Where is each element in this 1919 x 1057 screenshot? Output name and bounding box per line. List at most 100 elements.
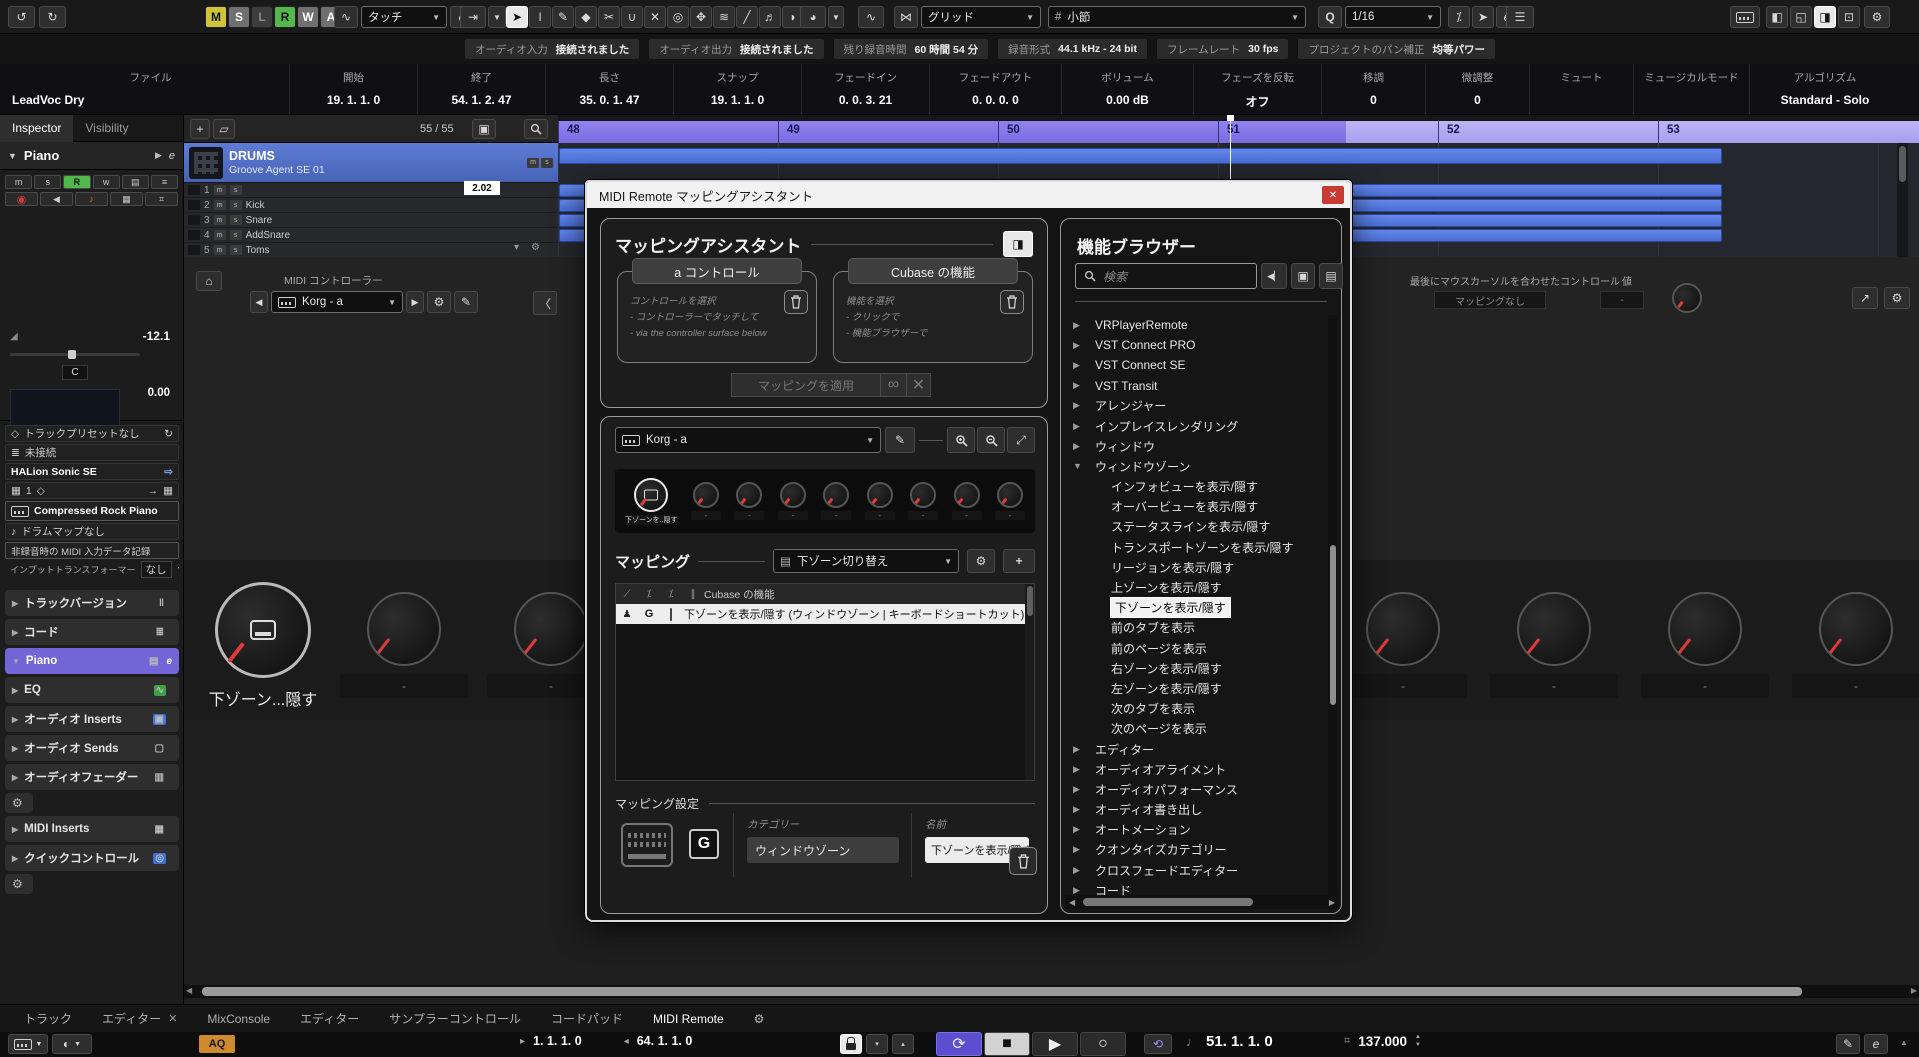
inspector-section[interactable]: ▶ トラックバージョン ‖ — [5, 590, 179, 616]
comp-tool-button[interactable]: ≋ — [713, 6, 735, 28]
tree-item[interactable]: 右ゾーンを表示/隠す — [1061, 658, 1327, 678]
tree-item[interactable]: オートメーション — [1061, 820, 1327, 840]
info-value[interactable]: 54. 1. 2. 47 — [451, 93, 511, 107]
tree-item[interactable]: インプレイスレンダリング — [1061, 416, 1327, 436]
input-mouse-button[interactable]: ◐ ▼ — [52, 1034, 92, 1054]
surface-knob-cell[interactable]: - — [690, 482, 721, 520]
mapping-page-dropdown[interactable]: ▤ 下ゾーン切り替え ▼ — [773, 549, 959, 573]
collapse-icon[interactable]: ▼ — [8, 151, 17, 161]
surface-knob-cell[interactable]: - — [994, 482, 1025, 520]
expand-arrow-icon[interactable]: ▶ — [155, 150, 162, 161]
audiowarp-quantize-button[interactable]: ➤ — [1472, 6, 1494, 28]
surface-knob-cell[interactable]: 下ゾーンを..隠す — [625, 477, 678, 525]
grid-icon[interactable]: ⌗ — [145, 192, 178, 206]
scroll-left-icon[interactable]: ◀ — [1069, 898, 1075, 907]
patch-row[interactable]: Compressed Rock Piano — [5, 501, 179, 521]
right-locator-value[interactable]: 64. 1. 1. 0 — [637, 1034, 693, 1048]
pan-value[interactable]: C — [62, 365, 88, 380]
surface-knob[interactable] — [823, 482, 850, 508]
next-controller-button[interactable]: ▶ — [406, 291, 424, 313]
automation-mode-dropdown[interactable]: タッチ ▼ — [361, 6, 447, 28]
erase-tool-button[interactable]: ◆ — [575, 6, 597, 28]
channel-row[interactable]: ▦ 1 ◇ → ▦ — [5, 482, 179, 499]
inspector-section[interactable] — [5, 793, 33, 813]
tree-item[interactable]: オーディオ書き出し — [1061, 800, 1327, 820]
cycle-button[interactable]: ⟳ — [936, 1032, 982, 1056]
lane-icon[interactable]: ▤ — [121, 175, 149, 189]
expand-tree-button[interactable]: ▣ — [1291, 263, 1315, 289]
draw-tool-button[interactable]: ✎ — [552, 6, 574, 28]
mapped-knob-cell[interactable]: 下ゾーン...隠す — [193, 582, 333, 710]
category-field[interactable]: ウィンドウゾーン — [747, 837, 899, 863]
controller-knob[interactable] — [1668, 592, 1742, 666]
info-value[interactable]: 0.00 dB — [1106, 93, 1149, 107]
select-tool-button[interactable]: ➤ — [506, 6, 528, 28]
edit-channel-icon[interactable]: e — [169, 150, 175, 162]
add-mapping-page-button[interactable]: + — [1003, 549, 1035, 573]
play-button[interactable]: ▶ — [1032, 1032, 1078, 1056]
toolbar-setup-button[interactable]: ⚙ — [1864, 6, 1890, 28]
reload-icon[interactable]: ↻ — [164, 428, 173, 440]
expand-transport-icon[interactable]: ▲ — [1900, 1038, 1908, 1047]
autoscroll-dropdown[interactable]: ▼ — [488, 6, 506, 28]
tree-item[interactable]: 上ゾーンを表示/隠す — [1061, 577, 1327, 597]
solo-button[interactable]: s — [229, 245, 242, 255]
home-button[interactable]: ⌂ — [196, 271, 222, 291]
punch-out-button[interactable]: ▴ — [892, 1034, 914, 1054]
surface-knob-cell[interactable]: - — [821, 482, 852, 520]
track-row[interactable]: 1 m s — [184, 183, 558, 198]
tree-item[interactable]: リージョンを表示/隠す — [1061, 557, 1327, 577]
automation-state-button[interactable]: W — [297, 6, 319, 28]
tree-item[interactable]: オーディオパフォーマンス — [1061, 779, 1327, 799]
write-button[interactable]: w — [92, 175, 120, 189]
solo-button[interactable]: s — [541, 157, 553, 168]
tree-item[interactable]: 次のページを表示 — [1061, 719, 1327, 739]
tree-item[interactable]: アレンジャー — [1061, 396, 1327, 416]
track-row[interactable]: 2 m s Kick — [184, 198, 558, 213]
record-ready-button[interactable]: R — [63, 175, 91, 189]
lower-zone-tab[interactable]: エディター ✕ — [300, 1010, 359, 1027]
track-color-dropdown[interactable]: ▼ — [828, 6, 844, 28]
tree-item[interactable]: ウィンドウ — [1061, 436, 1327, 456]
value-knob[interactable] — [1672, 283, 1702, 313]
surface-knob[interactable] — [910, 482, 937, 508]
knob-cell[interactable]: - — [1339, 592, 1467, 698]
info-value[interactable]: Standard - Solo — [1781, 93, 1870, 107]
controller-knob[interactable] — [367, 592, 441, 666]
vertical-scrollbar[interactable] — [1897, 143, 1908, 257]
mute-tool-button[interactable]: ✕ — [644, 6, 666, 28]
tree-item[interactable]: VST Connect PRO — [1061, 335, 1327, 355]
browser-hscrollbar[interactable]: ◀ ▶ — [1065, 895, 1339, 909]
surface-knob-cell[interactable]: - — [908, 482, 939, 520]
record-button[interactable]: ○ — [1080, 1032, 1126, 1056]
tab-visibility[interactable]: Visibility — [73, 115, 140, 142]
note-icon[interactable]: ♪ — [75, 192, 108, 206]
line-tool-button[interactable]: ╱ — [736, 6, 758, 28]
range-tool-button[interactable]: I — [529, 6, 551, 28]
volume-value[interactable]: -12.1 — [143, 329, 170, 343]
controller-dropdown[interactable]: Korg - a ▼ — [271, 291, 403, 313]
audio-quantize-badge[interactable]: AQ — [199, 1035, 235, 1053]
knob-cell[interactable]: - — [1792, 592, 1919, 698]
knob-cell[interactable]: - — [1641, 592, 1769, 698]
split-tool-button[interactable]: ✂ — [598, 6, 620, 28]
inspector-section[interactable]: ▶ オーディオ Sends ▢ — [5, 735, 179, 761]
controller-knob[interactable] — [1366, 592, 1440, 666]
quantize-dropdown[interactable]: 1/16 ▼ — [1345, 6, 1441, 28]
folder-icon[interactable]: ▱ — [213, 119, 235, 139]
zone-setup-button[interactable]: ⊡ — [1838, 6, 1860, 28]
monitor-icon[interactable]: ◀ — [40, 192, 73, 206]
info-value[interactable]: 0. 0. 3. 21 — [839, 93, 892, 107]
tree-item[interactable]: クロスフェードエディター — [1061, 860, 1327, 880]
mute-button[interactable]: m — [213, 230, 226, 240]
snap-button[interactable]: ⋈ — [894, 6, 918, 28]
zoom-in-button[interactable] — [947, 427, 975, 453]
info-value[interactable]: オフ — [1245, 93, 1269, 110]
prev-controller-button[interactable]: ◀ — [250, 291, 268, 313]
surface-knob[interactable] — [692, 482, 719, 508]
collapse-left-button[interactable]: 〈 — [533, 291, 557, 315]
autoscroll-button[interactable]: ⇥ — [460, 6, 486, 28]
info-value[interactable]: 35. 0. 1. 47 — [579, 93, 639, 107]
cancel-mapping-button[interactable]: ✕ — [907, 373, 931, 397]
inspector-section[interactable]: ▶ EQ ∿ — [5, 677, 179, 703]
